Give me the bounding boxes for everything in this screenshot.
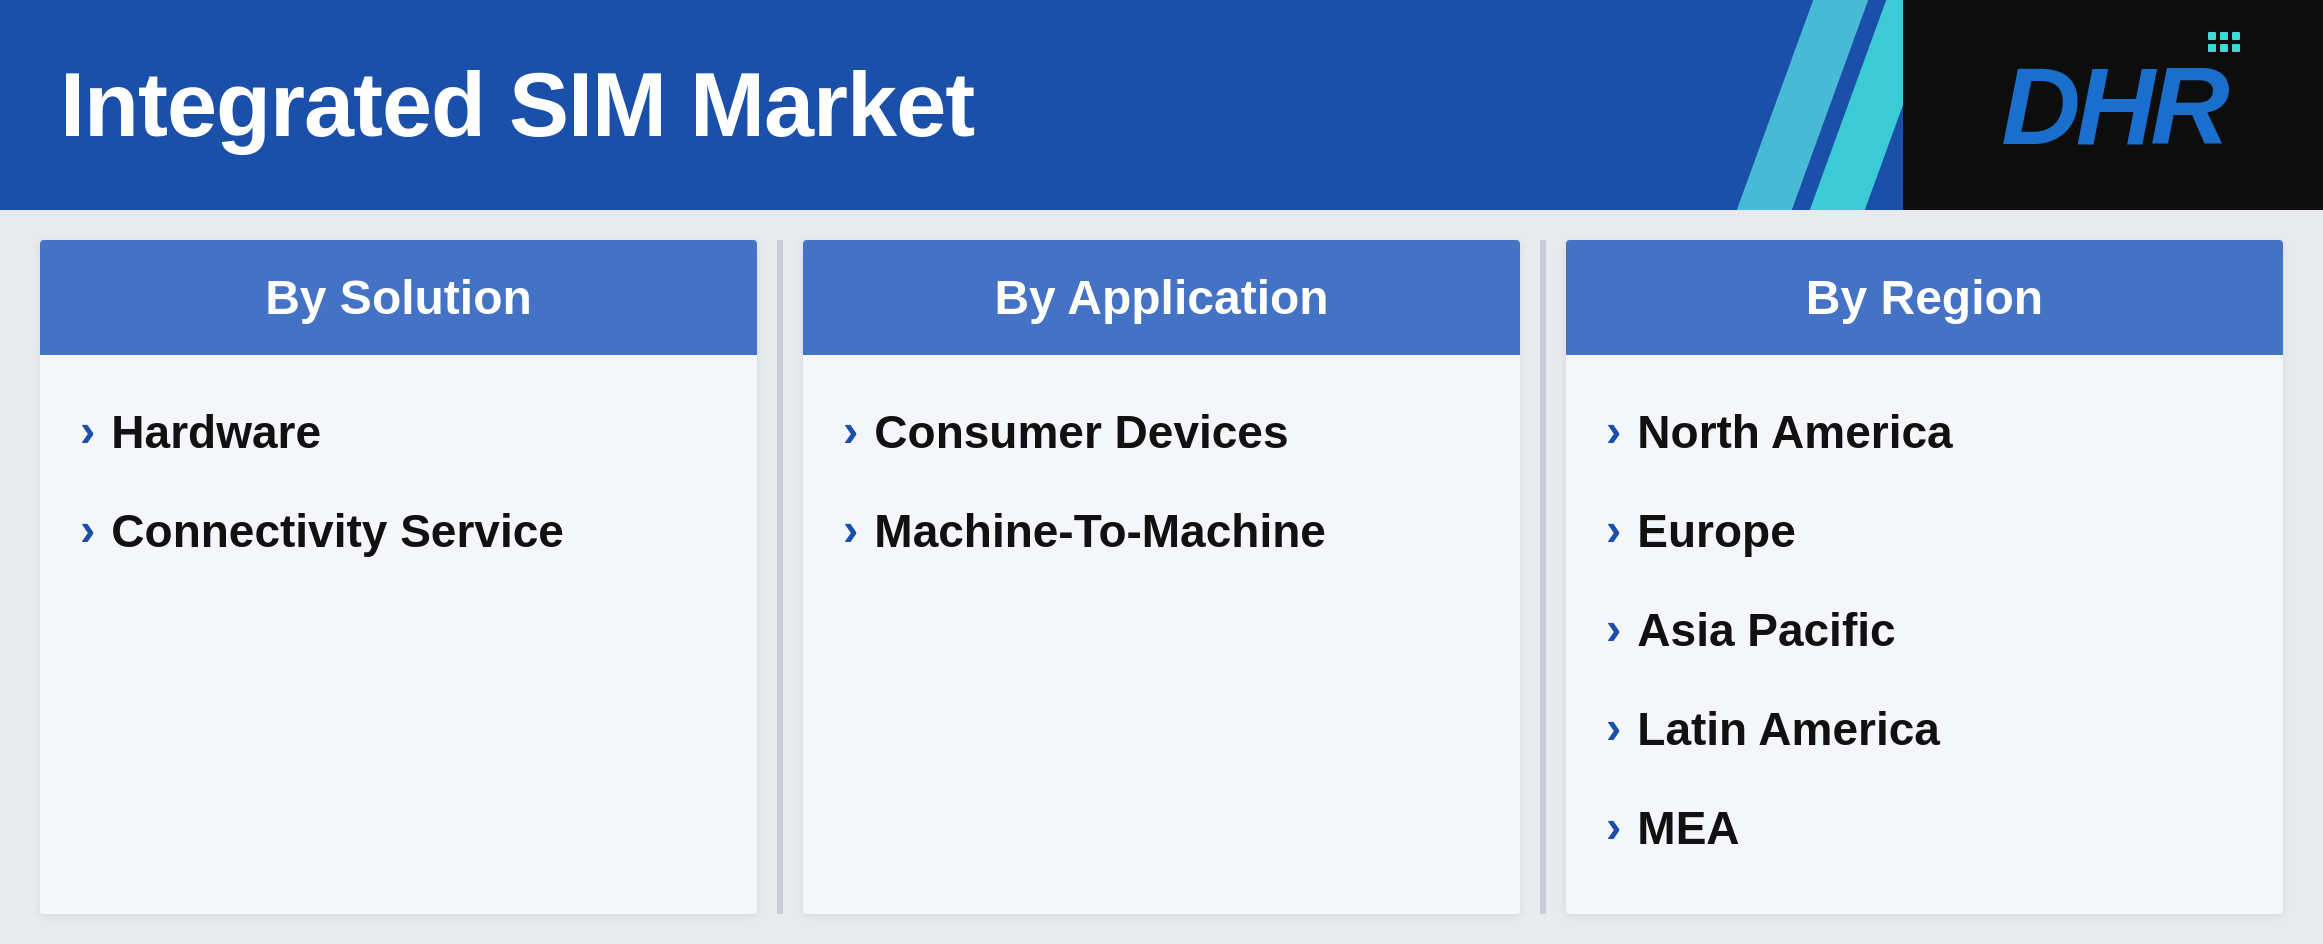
- logo-letter-h: H: [2076, 44, 2150, 167]
- list-item-text: Latin America: [1637, 702, 1940, 756]
- list-item-text: Consumer Devices: [874, 405, 1288, 459]
- logo-dot: [2208, 44, 2216, 52]
- list-item-text: Connectivity Service: [111, 504, 564, 558]
- logo-dot: [2232, 32, 2240, 40]
- content-area: By Solution › Hardware › Connectivity Se…: [0, 210, 2323, 944]
- logo-dot: [2220, 32, 2228, 40]
- list-item: › Connectivity Service: [80, 504, 717, 558]
- list-item: › Latin America: [1606, 702, 2243, 756]
- header: Integrated SIM Market DHR: [0, 0, 2323, 210]
- column-region: By Region › North America › Europe › Asi…: [1566, 240, 2283, 914]
- chevron-icon: ›: [1606, 605, 1621, 651]
- list-item: › Asia Pacific: [1606, 603, 2243, 657]
- column-region-body: › North America › Europe › Asia Pacific …: [1566, 355, 2283, 914]
- list-item: › MEA: [1606, 801, 2243, 855]
- chevron-icon: ›: [1606, 407, 1621, 453]
- column-application: By Application › Consumer Devices › Mach…: [803, 240, 1520, 914]
- chevron-icon: ›: [80, 506, 95, 552]
- logo-dots: [2208, 32, 2240, 52]
- list-item: › Consumer Devices: [843, 405, 1480, 459]
- list-item-text: Asia Pacific: [1637, 603, 1895, 657]
- chevron-icon: ›: [1606, 803, 1621, 849]
- chevron-icon: ›: [80, 407, 95, 453]
- list-item: › Machine-To-Machine: [843, 504, 1480, 558]
- header-decoration: [1775, 0, 1903, 210]
- chevron-icon: ›: [1606, 506, 1621, 552]
- logo-letter-r: R: [2150, 44, 2224, 167]
- column-solution-body: › Hardware › Connectivity Service: [40, 355, 757, 914]
- chevron-icon: ›: [843, 407, 858, 453]
- column-solution-header: By Solution: [40, 240, 757, 355]
- column-divider: [1540, 240, 1546, 914]
- logo-area: DHR: [1903, 0, 2323, 210]
- chevron-icon: ›: [1606, 704, 1621, 750]
- page-title: Integrated SIM Market: [60, 54, 974, 157]
- column-divider: [777, 240, 783, 914]
- logo-dot: [2220, 44, 2228, 52]
- column-region-header: By Region: [1566, 240, 2283, 355]
- column-solution: By Solution › Hardware › Connectivity Se…: [40, 240, 757, 914]
- dhr-logo: DHR: [2001, 42, 2224, 169]
- column-application-body: › Consumer Devices › Machine-To-Machine: [803, 355, 1520, 914]
- list-item-text: MEA: [1637, 801, 1739, 855]
- list-item-text: Hardware: [111, 405, 321, 459]
- chevron-icon: ›: [843, 506, 858, 552]
- list-item: › Europe: [1606, 504, 2243, 558]
- page-wrapper: Integrated SIM Market DHR: [0, 0, 2323, 944]
- list-item-text: Machine-To-Machine: [874, 504, 1326, 558]
- logo-dot: [2232, 44, 2240, 52]
- column-solution-header-text: By Solution: [265, 271, 532, 324]
- column-application-header-text: By Application: [994, 271, 1328, 324]
- column-application-header: By Application: [803, 240, 1520, 355]
- logo-dot: [2208, 32, 2216, 40]
- list-item-text: Europe: [1637, 504, 1795, 558]
- list-item-text: North America: [1637, 405, 1952, 459]
- list-item: › North America: [1606, 405, 2243, 459]
- list-item: › Hardware: [80, 405, 717, 459]
- logo-letter-d: D: [2001, 44, 2075, 167]
- column-region-header-text: By Region: [1806, 271, 2043, 324]
